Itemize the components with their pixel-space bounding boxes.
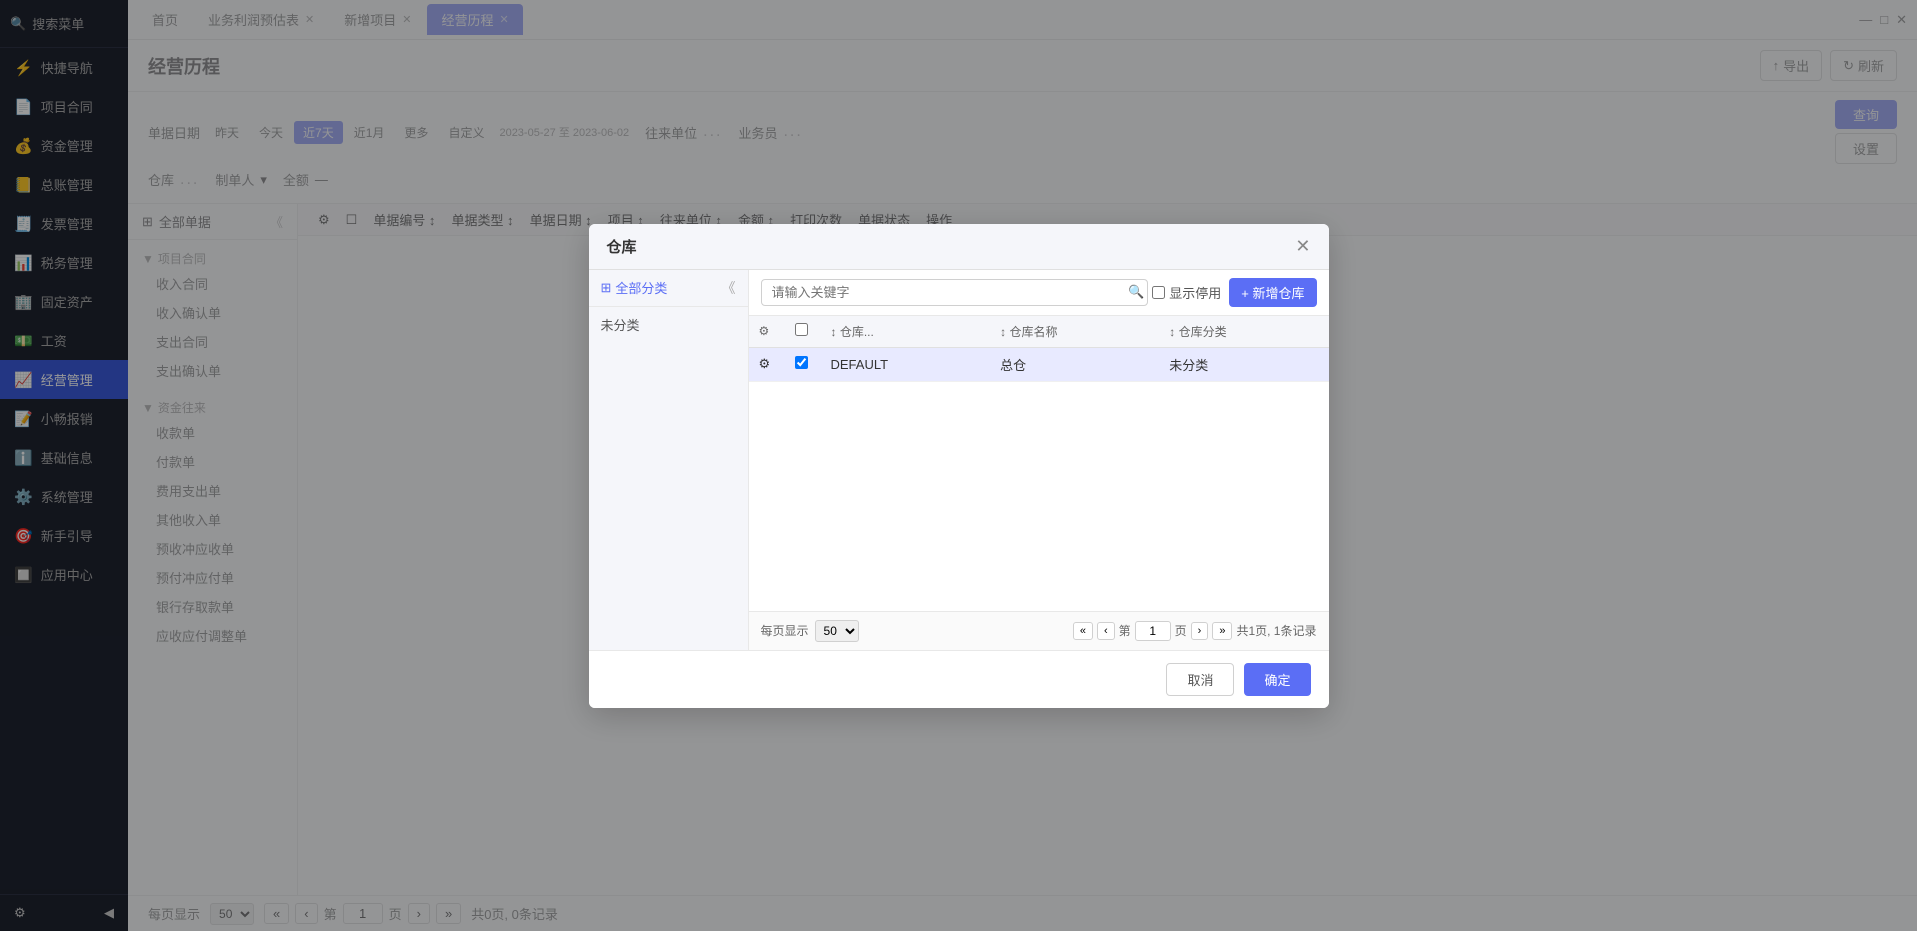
th-warehouse-category[interactable]: ↕ 仓库分类 [1159, 316, 1328, 348]
show-disabled-label[interactable]: 显示停用 [1152, 283, 1221, 302]
modal-first-page[interactable]: « [1073, 622, 1093, 640]
modal-left-item-uncategorized[interactable]: 未分类 [589, 307, 748, 342]
row-checkbox[interactable] [785, 347, 821, 381]
modal-table-wrapper: ⚙ ↕ 仓库... ↕ [749, 316, 1329, 611]
row-settings[interactable]: ⚙ [749, 347, 785, 381]
warehouse-modal: 仓库 ✕ ⊞ 全部分类 《 未分类 [589, 224, 1329, 708]
th-warehouse-code[interactable]: ↕ 仓库... [821, 316, 991, 348]
modal-close-btn[interactable]: ✕ [1295, 236, 1310, 257]
search-modal-icon[interactable]: 🔍 [1128, 284, 1144, 300]
confirm-button[interactable]: 确定 [1244, 663, 1310, 696]
modal-left-panel: ⊞ 全部分类 《 未分类 [589, 270, 749, 650]
row-name: 总仓 [990, 347, 1159, 381]
modal-prev-page[interactable]: ‹ [1097, 622, 1115, 640]
sort-arrows-cat: ↕ [1169, 325, 1178, 339]
modal-title: 仓库 [607, 236, 637, 257]
modal-next-page[interactable]: › [1191, 622, 1209, 640]
select-all-checkbox[interactable] [795, 323, 808, 336]
grid-modal-icon: ⊞ [601, 280, 612, 296]
th-warehouse-name[interactable]: ↕ 仓库名称 [990, 316, 1159, 348]
modal-total-text: 共1页, 1条记录 [1236, 622, 1316, 639]
modal-page-input[interactable] [1135, 621, 1171, 641]
modal-left-header: ⊞ 全部分类 《 [589, 270, 748, 307]
th-settings[interactable]: ⚙ [749, 316, 785, 348]
modal-left-title: ⊞ 全部分类 [601, 278, 668, 297]
modal-search-input[interactable] [761, 279, 1149, 306]
modal-last-page[interactable]: » [1212, 622, 1232, 640]
row-code: DEFAULT [821, 347, 991, 381]
sort-arrows: ↕ [831, 325, 840, 339]
row-category: 未分类 [1159, 347, 1328, 381]
modal-pagination-nav: « ‹ 第 页 › » 共1页, 1条记录 [1073, 621, 1317, 641]
modal-left-collapse-btn[interactable]: 《 [722, 278, 736, 298]
modal-per-page-select[interactable]: 50 [815, 620, 859, 642]
modal-overlay: 仓库 ✕ ⊞ 全部分类 《 未分类 [0, 0, 1917, 931]
modal-toolbar: 🔍 显示停用 + 新增仓库 [749, 270, 1329, 316]
row-select-checkbox[interactable] [795, 356, 808, 369]
add-warehouse-btn[interactable]: + 新增仓库 [1229, 278, 1316, 307]
modal-header: 仓库 ✕ [589, 224, 1329, 270]
cancel-button[interactable]: 取消 [1166, 663, 1234, 696]
show-disabled-checkbox[interactable] [1152, 286, 1165, 299]
modal-page-suffix: 页 [1175, 622, 1187, 639]
modal-page-label: 第 [1119, 622, 1131, 639]
modal-body: ⊞ 全部分类 《 未分类 🔍 显示停用 [589, 270, 1329, 650]
modal-per-page: 每页显示 50 [761, 620, 859, 642]
modal-actions: 取消 确定 [589, 650, 1329, 708]
warehouse-table: ⚙ ↕ 仓库... ↕ [749, 316, 1329, 382]
th-checkbox[interactable] [785, 316, 821, 348]
modal-right-panel: 🔍 显示停用 + 新增仓库 ⚙ [749, 270, 1329, 650]
table-row[interactable]: ⚙ DEFAULT 总仓 未分类 [749, 347, 1329, 381]
modal-footer-bar: 每页显示 50 « ‹ 第 页 › » 共1页, 1条记录 [749, 611, 1329, 650]
